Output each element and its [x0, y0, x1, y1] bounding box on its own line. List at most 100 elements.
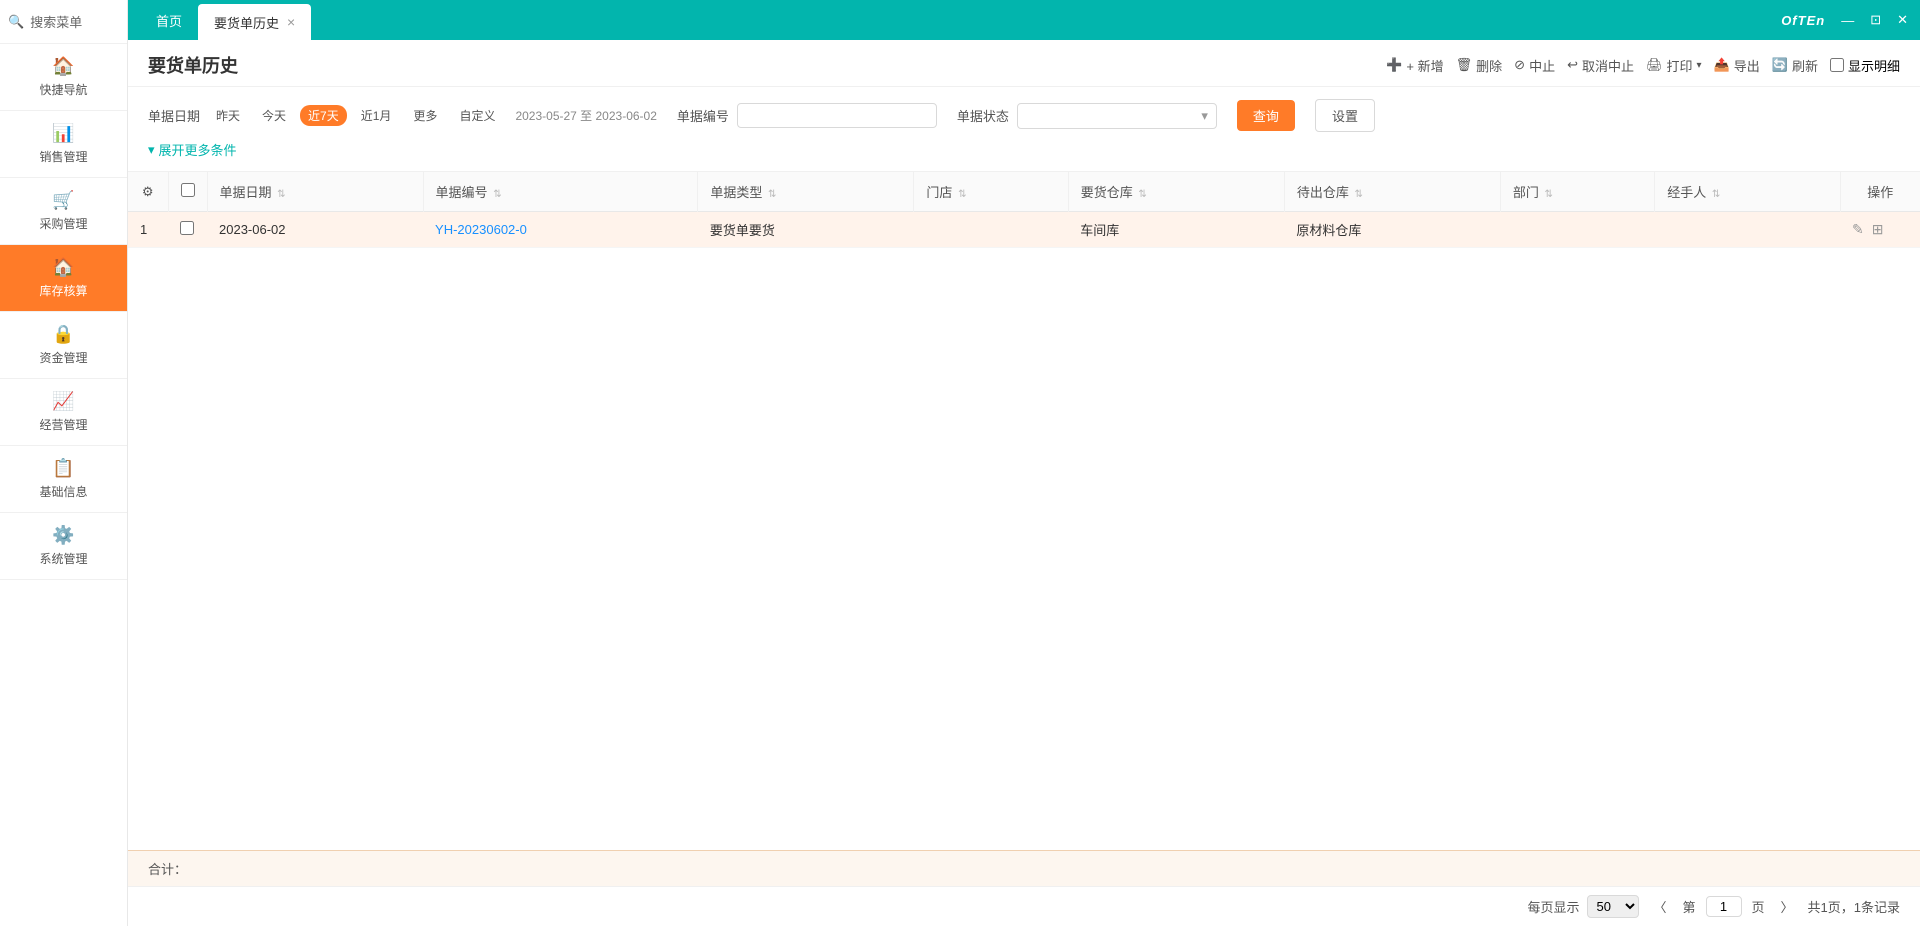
- th-doctype-label: 单据类型: [710, 185, 762, 200]
- th-store[interactable]: 门店 ⇅: [914, 172, 1068, 212]
- sidebar-item-system[interactable]: ⚙️ 系统管理: [0, 513, 127, 580]
- sidebar: 🔍 搜索菜单 🏠 快捷导航 📊 销售管理 🛒 采购管理 🏠 库存核算 🔒 资金管…: [0, 0, 128, 926]
- th-operations: 操作: [1840, 172, 1920, 212]
- tab-order-history[interactable]: 要货单历史 ×: [198, 4, 311, 40]
- th-department[interactable]: 部门 ⇅: [1500, 172, 1654, 212]
- minimize-button[interactable]: —: [1841, 13, 1854, 28]
- filter-docno-input[interactable]: [737, 103, 937, 128]
- page-suffix: 页: [1746, 895, 1771, 918]
- expand-more-button[interactable]: ▾ 展开更多条件: [148, 140, 1900, 159]
- th-settings[interactable]: ⚙: [128, 172, 168, 212]
- page-number-input[interactable]: [1706, 896, 1742, 917]
- next-page-button[interactable]: 〉: [1775, 895, 1800, 918]
- chevron-down-icon: ▾: [1201, 108, 1208, 124]
- plus-icon: ➕: [1386, 57, 1402, 73]
- date-btn-7days[interactable]: 近7天: [300, 105, 347, 126]
- date-btn-yesterday[interactable]: 昨天: [208, 105, 248, 126]
- page-label: 第: [1676, 895, 1701, 918]
- sort-icon-reqwh: ⇅: [1138, 189, 1146, 200]
- tab-close-icon[interactable]: ×: [287, 14, 295, 30]
- select-all-checkbox[interactable]: [181, 183, 195, 197]
- content-area: 要货单历史 ➕ + 新增 🗑 删除 ⊘ 中止 ↩ 取消中止: [128, 40, 1920, 926]
- refresh-button[interactable]: 🔄 刷新: [1772, 56, 1818, 75]
- stop-button[interactable]: ⊘ 中止: [1514, 56, 1555, 75]
- date-btn-custom[interactable]: 自定义: [451, 105, 503, 126]
- data-table: ⚙ 单据日期 ⇅ 单据编号 ⇅ 单据类型: [128, 172, 1920, 248]
- sidebar-item-inventory[interactable]: 🏠 库存核算: [0, 245, 127, 312]
- query-button[interactable]: 查询: [1237, 100, 1295, 131]
- doc-no-link[interactable]: YH-20230602-0: [435, 222, 527, 237]
- print-dropdown-icon[interactable]: ▾: [1697, 60, 1702, 71]
- sidebar-item-basic[interactable]: 📋 基础信息: [0, 446, 127, 513]
- pagination: 每页显示 50 100 200 〈 第 页 〉 共1页，1条记录: [128, 886, 1920, 926]
- row-more-icon[interactable]: ⊞: [1872, 221, 1884, 238]
- filter-status-select[interactable]: ▾: [1017, 103, 1217, 129]
- display-detail-checkbox[interactable]: [1830, 58, 1844, 72]
- th-reqwh-label: 要货仓库: [1081, 185, 1133, 200]
- export-icon: 📤: [1714, 57, 1730, 73]
- maximize-button[interactable]: ⊡: [1870, 12, 1881, 28]
- th-handler[interactable]: 经手人 ⇅: [1655, 172, 1840, 212]
- date-btn-1month[interactable]: 近1月: [353, 105, 400, 126]
- print-button[interactable]: 🖨 打印 ▾: [1646, 56, 1702, 75]
- sidebar-item-label: 采购管理: [39, 215, 87, 232]
- sort-icon-docno: ⇅: [493, 189, 501, 200]
- table-footer: 合计：: [128, 850, 1920, 886]
- filter-date-label: 单据日期: [148, 106, 200, 125]
- cell-store: [914, 212, 1068, 248]
- sidebar-item-operations[interactable]: 📈 经营管理: [0, 379, 127, 446]
- filter-dates: 昨天 今天 近7天 近1月 更多 自定义: [208, 105, 503, 126]
- sidebar-item-label: 基础信息: [39, 483, 87, 500]
- home-icon: 🏠: [52, 56, 74, 77]
- delete-button[interactable]: 🗑 删除: [1456, 56, 1503, 75]
- cell-pending-warehouse: 原材料仓库: [1284, 212, 1500, 248]
- search-icon: 🔍: [8, 14, 24, 30]
- date-btn-more[interactable]: 更多: [405, 105, 445, 126]
- sidebar-search[interactable]: 🔍 搜索菜单: [0, 0, 127, 44]
- date-btn-today[interactable]: 今天: [254, 105, 294, 126]
- th-date[interactable]: 单据日期 ⇅: [207, 172, 423, 212]
- export-button[interactable]: 📤 导出: [1714, 56, 1760, 75]
- sidebar-item-sales[interactable]: 📊 销售管理: [0, 111, 127, 178]
- filter-docno-label: 单据编号: [677, 106, 729, 125]
- sidebar-item-purchase[interactable]: 🛒 采购管理: [0, 178, 127, 245]
- th-req-warehouse[interactable]: 要货仓库 ⇅: [1068, 172, 1284, 212]
- th-docno-label: 单据编号: [436, 185, 488, 200]
- th-date-label: 单据日期: [220, 185, 272, 200]
- settings-button[interactable]: 设置: [1315, 99, 1375, 132]
- sidebar-item-quick-nav[interactable]: 🏠 快捷导航: [0, 44, 127, 111]
- total-label: 合计：: [148, 862, 187, 877]
- table-header-row: ⚙ 单据日期 ⇅ 单据编号 ⇅ 单据类型: [128, 172, 1920, 212]
- row-edit-icon[interactable]: ✎: [1852, 221, 1864, 238]
- cancel-stop-icon: ↩: [1567, 57, 1578, 73]
- display-detail-label: 显示明细: [1848, 56, 1900, 75]
- sort-icon-pendingwh: ⇅: [1354, 189, 1362, 200]
- sidebar-item-label: 销售管理: [39, 148, 87, 165]
- row-checkbox[interactable]: [180, 221, 194, 235]
- filter-row: 单据日期 昨天 今天 近7天 近1月 更多 自定义 2023-05-27 至 2…: [148, 99, 1900, 132]
- prev-page-button[interactable]: 〈: [1647, 895, 1672, 918]
- page-size-select[interactable]: 50 100 200: [1587, 895, 1639, 918]
- operations-icon: 📈: [52, 391, 74, 412]
- cancel-stop-button[interactable]: ↩ 取消中止: [1567, 56, 1634, 75]
- th-pending-warehouse[interactable]: 待出仓库 ⇅: [1284, 172, 1500, 212]
- sidebar-item-label: 资金管理: [39, 349, 87, 366]
- th-store-label: 门店: [926, 185, 952, 200]
- refresh-icon: 🔄: [1772, 57, 1788, 73]
- gear-icon: ⚙️: [52, 525, 74, 546]
- th-doc-no[interactable]: 单据编号 ⇅: [423, 172, 698, 212]
- page-nav: 〈 第 页 〉: [1647, 895, 1799, 918]
- new-button[interactable]: ➕ + 新增: [1386, 56, 1443, 75]
- delete-icon: 🗑: [1456, 57, 1473, 73]
- chart-icon: 📊: [52, 123, 74, 144]
- sidebar-item-label: 库存核算: [39, 282, 87, 299]
- sidebar-item-finance[interactable]: 🔒 资金管理: [0, 312, 127, 379]
- topbar: 首页 要货单历史 × OfTEn — ⊡ ✕: [128, 0, 1920, 40]
- tab-home[interactable]: 首页: [140, 0, 198, 40]
- close-button[interactable]: ✕: [1897, 12, 1908, 28]
- sort-icon-handler: ⇅: [1712, 189, 1720, 200]
- th-doc-type[interactable]: 单据类型 ⇅: [698, 172, 914, 212]
- sort-icon-store: ⇅: [958, 189, 966, 200]
- cell-department: [1500, 212, 1654, 248]
- th-dept-label: 部门: [1513, 185, 1539, 200]
